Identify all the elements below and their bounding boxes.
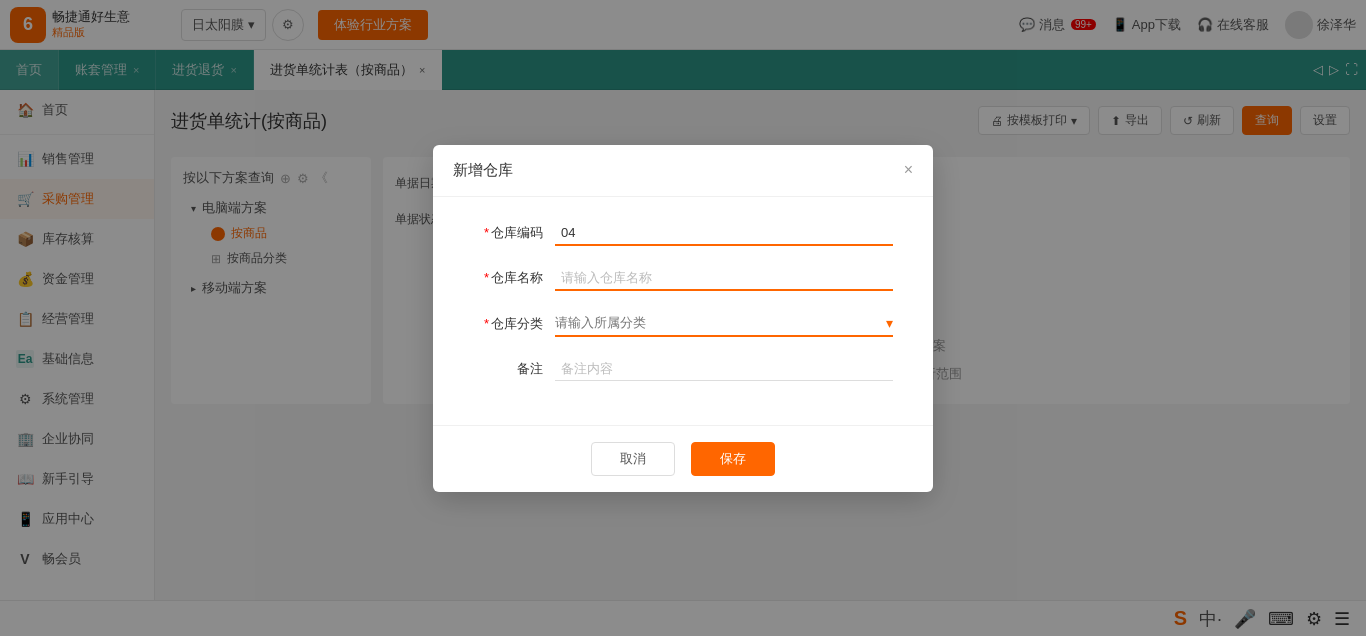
warehouse-code-label: 仓库编码 [473,224,543,242]
category-dropdown-icon: ▾ [886,315,893,331]
warehouse-code-row: 仓库编码 [473,221,893,246]
modal-body: 仓库编码 仓库名称 仓库分类 ▾ 备注 [433,197,933,425]
warehouse-name-input[interactable] [555,266,893,291]
warehouse-name-row: 仓库名称 [473,266,893,291]
modal-add-warehouse: 新增仓库 × 仓库编码 仓库名称 仓库分类 ▾ [433,145,933,492]
save-button[interactable]: 保存 [691,442,775,476]
warehouse-name-label: 仓库名称 [473,269,543,287]
modal-header: 新增仓库 × [433,145,933,197]
remark-row: 备注 [473,357,893,381]
modal-title: 新增仓库 [453,161,513,180]
remark-input[interactable] [555,357,893,381]
warehouse-category-input[interactable] [555,315,886,330]
modal-close-btn[interactable]: × [904,161,913,179]
remark-label: 备注 [473,360,543,378]
warehouse-category-label: 仓库分类 [473,315,543,333]
warehouse-category-select[interactable]: ▾ [555,311,893,337]
modal-footer: 取消 保存 [433,425,933,492]
cancel-button[interactable]: 取消 [591,442,675,476]
warehouse-code-input[interactable] [555,221,893,246]
modal-overlay: 新增仓库 × 仓库编码 仓库名称 仓库分类 ▾ [0,0,1366,636]
warehouse-category-row: 仓库分类 ▾ [473,311,893,337]
